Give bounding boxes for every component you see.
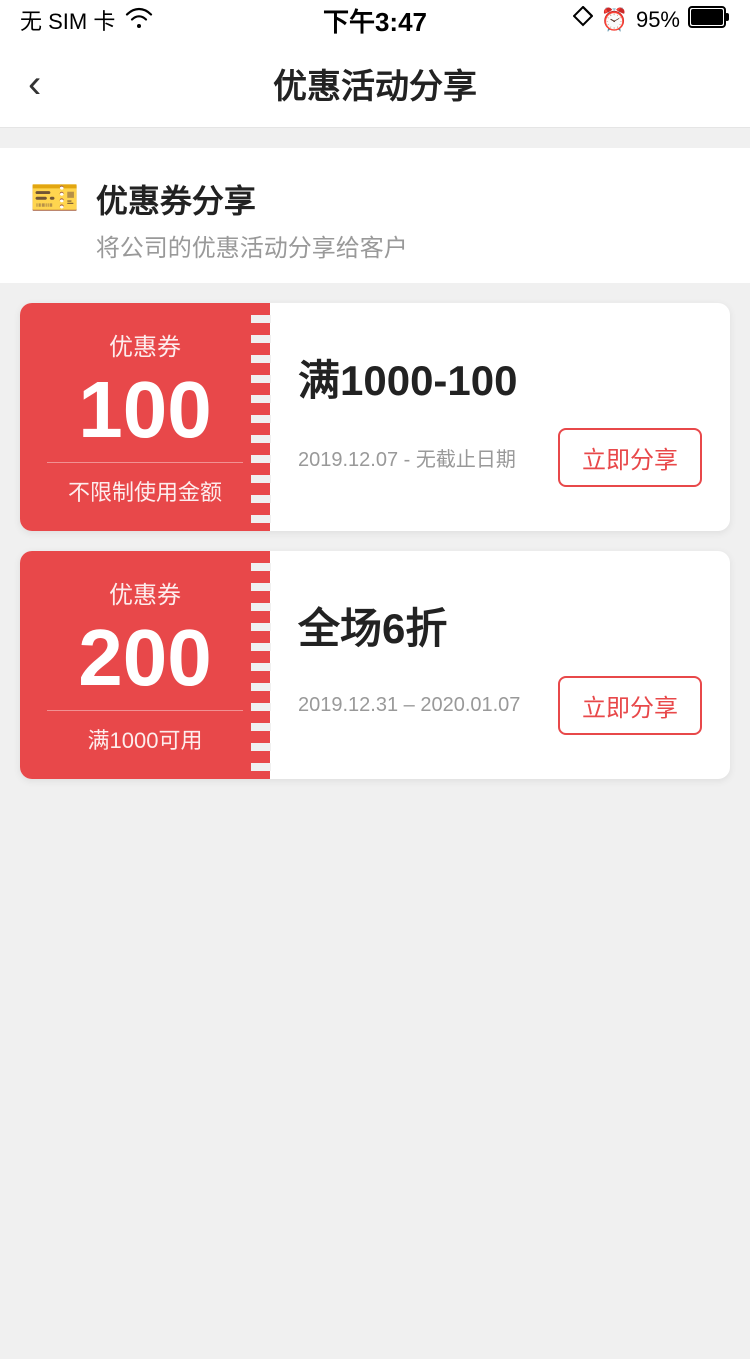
status-right: ⏰ 95% (573, 6, 730, 34)
coupon-footer-2: 2019.12.31 – 2020.01.07 立即分享 (298, 676, 702, 735)
status-bar: 无 SIM 卡 下午3:47 ⏰ 95% (0, 0, 750, 40)
coupon-condition-1: 不限制使用金额 (68, 475, 222, 507)
share-button-1[interactable]: 立即分享 (558, 428, 702, 487)
coupon-date-2: 2019.12.31 – 2020.01.07 (298, 694, 548, 717)
coupon-divider-1 (47, 462, 243, 463)
section-text: 优惠券分享 将公司的优惠活动分享给客户 (96, 176, 408, 263)
coupon-left-1: 优惠券 100 不限制使用金额 (20, 303, 270, 531)
wifi-icon (125, 6, 153, 34)
status-left: 无 SIM 卡 (20, 4, 153, 36)
coupon-right-2: 全场6折 2019.12.31 – 2020.01.07 立即分享 (270, 551, 730, 779)
coupon-name-1: 满1000-100 (298, 347, 702, 408)
section-header: 🎫 优惠券分享 将公司的优惠活动分享给客户 (0, 148, 750, 283)
coupon-footer-1: 2019.12.07 - 无截止日期 立即分享 (298, 428, 702, 487)
location-icon (573, 6, 593, 34)
coupon-condition-2: 满1000可用 (88, 723, 203, 755)
section-desc: 将公司的优惠活动分享给客户 (96, 228, 408, 263)
coupon-name-2: 全场6折 (298, 595, 702, 656)
nav-bar: ‹ 优惠活动分享 (0, 40, 750, 128)
empty-area (0, 779, 750, 1359)
coupon-type-1: 优惠券 (109, 327, 181, 362)
coupon-amount-1: 100 (78, 370, 211, 450)
coupon-card-2: 优惠券 200 满1000可用 全场6折 2019.12.31 – 2020.0… (20, 551, 730, 779)
carrier-text: 无 SIM 卡 (20, 4, 115, 36)
coupon-amount-2: 200 (78, 618, 211, 698)
battery-icon (688, 6, 730, 34)
coupon-type-2: 优惠券 (109, 575, 181, 610)
coupon-right-1: 满1000-100 2019.12.07 - 无截止日期 立即分享 (270, 303, 730, 531)
coupon-card-1: 优惠券 100 不限制使用金额 满1000-100 2019.12.07 - 无… (20, 303, 730, 531)
coupon-left-2: 优惠券 200 满1000可用 (20, 551, 270, 779)
back-icon: ‹ (28, 62, 41, 106)
back-button[interactable]: ‹ (28, 64, 41, 104)
section-title: 优惠券分享 (96, 176, 408, 222)
coupon-share-icon: 🎫 (30, 178, 80, 218)
alarm-icon: ⏰ (601, 7, 628, 33)
coupon-divider-2 (47, 710, 243, 711)
page-title: 优惠活动分享 (273, 59, 477, 108)
coupon-list: 优惠券 100 不限制使用金额 满1000-100 2019.12.07 - 无… (0, 283, 750, 779)
battery-text: 95% (636, 7, 680, 33)
share-button-2[interactable]: 立即分享 (558, 676, 702, 735)
coupon-date-1: 2019.12.07 - 无截止日期 (298, 443, 548, 472)
status-time: 下午3:47 (323, 2, 427, 39)
